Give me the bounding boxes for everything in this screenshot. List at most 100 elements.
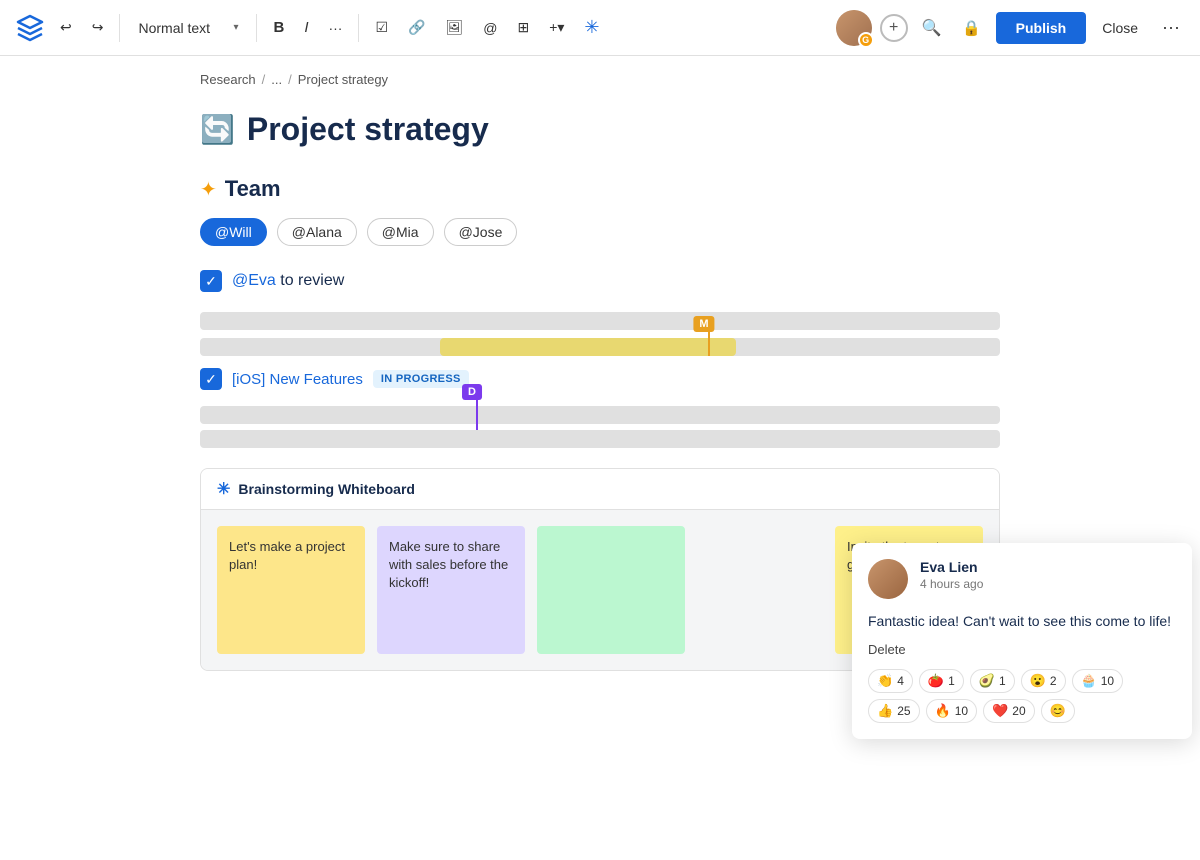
search-icon: 🔍	[922, 18, 942, 38]
breadcrumb-current: Project strategy	[298, 72, 388, 87]
logo-button[interactable]	[12, 10, 48, 46]
avatar-badge: G	[858, 32, 874, 48]
comment-meta: Eva Lien 4 hours ago	[920, 559, 983, 591]
team-tag-alana[interactable]: @Alana	[277, 218, 357, 246]
ai-button[interactable]: ✳	[576, 12, 607, 44]
lock-icon: 🔒	[962, 19, 981, 37]
chart-d-area: D	[200, 406, 1000, 448]
publish-button[interactable]: Publish	[996, 12, 1087, 44]
more-options-button[interactable]: ···	[1154, 13, 1188, 42]
reaction-smile[interactable]: 😊	[1041, 699, 1075, 723]
close-button[interactable]: Close	[1094, 16, 1146, 40]
bold-button[interactable]: B	[265, 12, 292, 44]
avocado-emoji: 🥑	[979, 673, 995, 689]
board-title: Brainstorming Whiteboard	[238, 481, 415, 497]
italic-button[interactable]: I	[296, 12, 316, 44]
ios-task-checkbox[interactable]: ✓	[200, 368, 222, 390]
content-area: 🔄 Project strategy ✦ Team @Will @Alana @…	[0, 111, 1200, 671]
link-icon: 🔗	[408, 19, 425, 36]
cupcake-emoji: 🧁	[1081, 673, 1097, 689]
task-row: ✓ @Eva to review	[200, 270, 1000, 292]
toolbar: ↩ ↪ Normal text ▾ B I ··· ☑ 🔗 🖼 @ ⊞ +▾ ✳	[0, 0, 1200, 56]
redo-icon: ↪	[92, 19, 104, 36]
lock-button[interactable]: 🔒	[956, 12, 988, 44]
comment-delete-button[interactable]: Delete	[868, 642, 1176, 657]
chart-marker-m: M	[693, 316, 714, 332]
task-checkbox[interactable]: ✓	[200, 270, 222, 292]
reaction-avocado[interactable]: 🥑 1	[970, 669, 1015, 693]
sticky-note-2: Make sure to share with sales before the…	[377, 526, 525, 654]
plus-icon: +▾	[549, 19, 564, 36]
team-section-title: Team	[225, 176, 281, 202]
page-title: Project strategy	[247, 111, 489, 148]
undo-button[interactable]: ↩	[52, 12, 80, 44]
team-tag-will[interactable]: @Will	[200, 218, 267, 246]
sticky-note-1: Let's make a project plan!	[217, 526, 365, 654]
comment-popup: Eva Lien 4 hours ago Fantastic idea! Can…	[852, 543, 1192, 739]
redo-button[interactable]: ↪	[84, 12, 112, 44]
chart-bar-row-4	[200, 430, 1000, 448]
reaction-clap[interactable]: 👏 4	[868, 669, 913, 693]
emoji-reactions: 👏 4 🍅 1 🥑 1 😮 2 🧁 10 👍 25	[868, 669, 1176, 723]
chart-bar-row-3: D	[200, 406, 1000, 424]
more-text-options-button[interactable]: ···	[320, 12, 350, 44]
chart-bar-row-2: M	[200, 338, 1000, 356]
divider-2	[256, 14, 257, 42]
mention-button[interactable]: @	[475, 12, 505, 44]
smile-emoji: 😊	[1050, 703, 1066, 719]
chart-area: M	[200, 312, 1000, 356]
team-tag-mia[interactable]: @Mia	[367, 218, 434, 246]
comment-body: Fantastic idea! Can't wait to see this c…	[868, 611, 1176, 632]
task-mention[interactable]: @Eva	[232, 272, 276, 289]
sticky-note-3	[537, 526, 685, 654]
chart-fill-yellow	[440, 338, 736, 356]
link-button[interactable]: 🔗	[400, 12, 433, 44]
ios-task-text[interactable]: [iOS] New Features	[232, 371, 363, 388]
board-header: ✳ Brainstorming Whiteboard	[201, 469, 999, 510]
search-button[interactable]: 🔍	[916, 12, 948, 44]
chart-marker-d: D	[462, 384, 482, 400]
text-style-label: Normal text	[138, 20, 210, 36]
task-button[interactable]: ☑	[367, 12, 396, 44]
chart-bar-row-1	[200, 312, 1000, 330]
table-icon: ⊞	[517, 19, 529, 36]
undo-icon: ↩	[60, 19, 72, 36]
surprised-emoji: 😮	[1030, 673, 1046, 689]
comment-header: Eva Lien 4 hours ago	[868, 559, 1176, 599]
task-text: @Eva to review	[232, 272, 344, 290]
sparkle-icon: ✦	[200, 177, 217, 202]
check-icon: ☑	[375, 19, 388, 36]
ai-icon: ✳	[584, 17, 599, 38]
page-title-icon: 🔄	[200, 113, 235, 146]
image-icon: 🖼	[445, 19, 463, 36]
page-title-row: 🔄 Project strategy	[200, 111, 1000, 148]
reaction-cupcake[interactable]: 🧁 10	[1072, 669, 1124, 693]
clap-emoji: 👏	[877, 673, 893, 689]
comment-author-name: Eva Lien	[920, 559, 983, 575]
image-button[interactable]: 🖼	[437, 12, 471, 44]
toolbar-right: G + 🔍 🔒 Publish Close ···	[836, 10, 1188, 46]
breadcrumb: Research / ... / Project strategy	[0, 56, 1200, 95]
add-collaborator-button[interactable]: +	[880, 14, 908, 42]
breadcrumb-ellipsis[interactable]: ...	[271, 72, 282, 87]
divider-1	[119, 14, 120, 42]
table-button[interactable]: ⊞	[509, 12, 537, 44]
team-tags: @Will @Alana @Mia @Jose	[200, 218, 1000, 246]
text-style-dropdown[interactable]: Normal text ▾	[128, 12, 248, 44]
team-section-heading: ✦ Team	[200, 176, 1000, 202]
reaction-tomato[interactable]: 🍅 1	[919, 669, 964, 693]
tomato-emoji: 🍅	[928, 673, 944, 689]
team-tag-jose[interactable]: @Jose	[444, 218, 518, 246]
reaction-surprised[interactable]: 😮 2	[1021, 669, 1066, 693]
divider-3	[358, 14, 359, 42]
comment-time: 4 hours ago	[920, 577, 983, 591]
avatar-group: G	[836, 10, 872, 46]
breadcrumb-root[interactable]: Research	[200, 72, 256, 87]
reaction-fire[interactable]: 🔥 10	[926, 699, 978, 723]
comment-avatar	[868, 559, 908, 599]
ios-task-row: ✓ [iOS] New Features IN PROGRESS	[200, 368, 1000, 390]
insert-button[interactable]: +▾	[541, 12, 572, 44]
reaction-heart[interactable]: ❤️ 20	[983, 699, 1035, 723]
heart-emoji: ❤️	[992, 703, 1008, 719]
reaction-thumbsup[interactable]: 👍 25	[868, 699, 920, 723]
